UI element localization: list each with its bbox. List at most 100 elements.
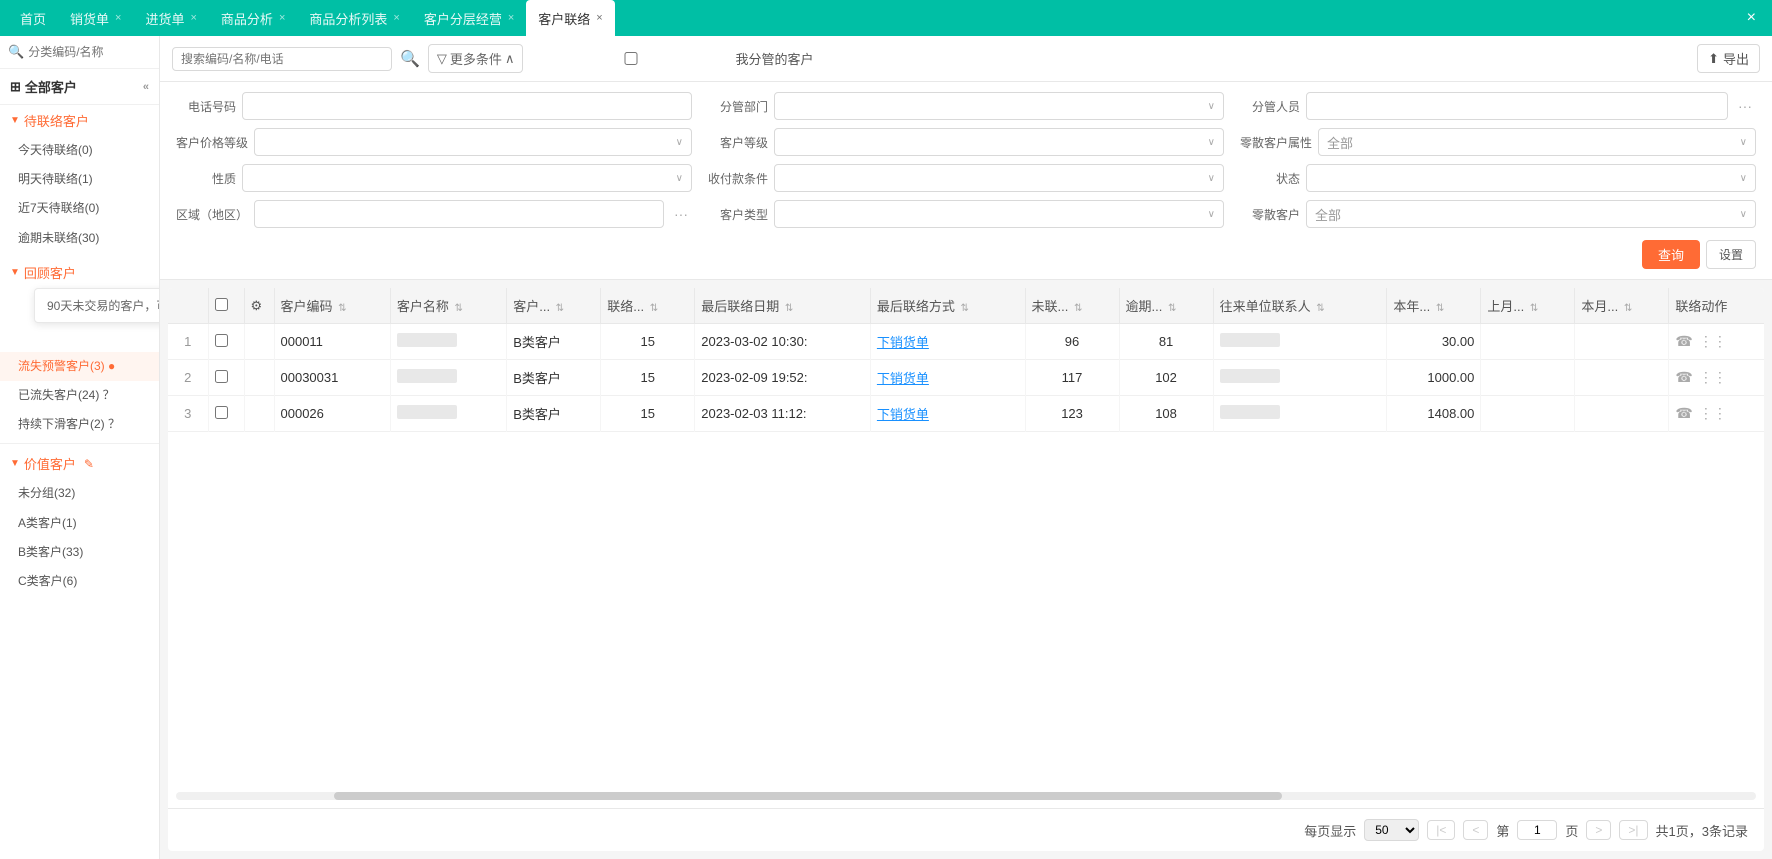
search-button[interactable]: 🔍 <box>400 49 420 69</box>
tab-home[interactable]: 首页 <box>8 0 58 36</box>
section-pending-label: 待联络客户 <box>24 111 89 130</box>
filter-scattered: 零散客户 全部 ∨ <box>1240 200 1756 228</box>
tab-analysis-close[interactable]: × <box>279 12 285 24</box>
filter-person-more-btn[interactable]: ··· <box>1734 98 1756 114</box>
sidebar-search-input[interactable] <box>28 45 160 59</box>
tab-analysis-list-close[interactable]: × <box>393 12 399 24</box>
filter-customer-level-select[interactable]: ∨ <box>774 128 1224 156</box>
cell-checkbox[interactable] <box>208 396 244 432</box>
settings-button[interactable]: 设置 <box>1706 240 1756 269</box>
col-last-contact-method[interactable]: 最后联络方式 ⇅ <box>870 288 1025 324</box>
filter-region-more-btn[interactable]: ··· <box>670 206 692 222</box>
action-more-icon[interactable]: ⋮⋮ <box>1699 405 1727 422</box>
col-this-month[interactable]: 本月... ⇅ <box>1575 288 1669 324</box>
page-input[interactable] <box>1517 820 1557 840</box>
col-this-year[interactable]: 本年... ⇅ <box>1387 288 1481 324</box>
grid-icon: ⊞ <box>10 79 21 95</box>
tab-analysis-list[interactable]: 商品分析列表 × <box>297 0 411 36</box>
next-page-button[interactable]: > <box>1586 820 1611 840</box>
close-all-button[interactable]: × <box>1739 9 1764 27</box>
filter-person-input[interactable] <box>1306 92 1728 120</box>
col-contact[interactable]: 联络... ⇅ <box>601 288 695 324</box>
col-settings[interactable]: ⚙ <box>244 288 274 324</box>
sidebar-item-tomorrow[interactable]: 明天待联络(1) <box>0 165 159 194</box>
col-customer-type[interactable]: 客户... ⇅ <box>507 288 601 324</box>
cell-customer-type: B类客户 <box>507 324 601 360</box>
filter-payment-select[interactable]: ∨ <box>774 164 1224 192</box>
filter-status-select[interactable]: ∨ <box>1306 164 1756 192</box>
tab-purchase[interactable]: 进货单 × <box>133 0 208 36</box>
col-checkbox[interactable] <box>208 288 244 324</box>
row-checkbox[interactable] <box>215 406 228 419</box>
action-contact-icon[interactable]: ☎ <box>1675 369 1692 386</box>
sidebar-all-customers[interactable]: ⊞ 全部客户 « <box>0 69 159 105</box>
tab-customer-link-close[interactable]: × <box>596 12 602 24</box>
table-row: 3 000026 B类客户 15 2023-02-03 11:12: 下销货单 … <box>168 396 1764 432</box>
cell-checkbox[interactable] <box>208 324 244 360</box>
filter-region-input[interactable] <box>254 200 664 228</box>
cell-last-contact-method[interactable]: 下销货单 <box>870 360 1025 396</box>
col-last-month[interactable]: 上月... ⇅ <box>1481 288 1575 324</box>
cell-last-contact-method[interactable]: 下销货单 <box>870 396 1025 432</box>
filter-dept-select[interactable]: ∨ <box>774 92 1224 120</box>
tab-customer-link[interactable]: 客户联络 × <box>526 0 614 36</box>
col-last-contact-date[interactable]: 最后联络日期 ⇅ <box>695 288 871 324</box>
action-contact-icon[interactable]: ☎ <box>1675 333 1692 350</box>
sidebar-item-declining[interactable]: 持续下滑客户(2) ？ <box>0 410 159 439</box>
col-unit-contact[interactable]: 往来单位联系人 ⇅ <box>1213 288 1387 324</box>
row-checkbox[interactable] <box>215 334 228 347</box>
filter-scattered-select[interactable]: 全部 ∨ <box>1306 200 1756 228</box>
query-button[interactable]: 查询 <box>1642 240 1700 269</box>
sidebar-item-ungrouped[interactable]: 未分组(32) <box>0 479 159 508</box>
sidebar-item-class-a[interactable]: A类客户(1) <box>0 509 159 538</box>
section-review[interactable]: ▼ 回顾客户 <box>0 257 159 288</box>
filter-scattered-attr-select[interactable]: 全部 ∨ <box>1318 128 1756 156</box>
sidebar-item-class-c[interactable]: C类客户(6) <box>0 567 159 596</box>
chevron-down-icon: ∨ <box>1740 209 1747 220</box>
col-not-contacted[interactable]: 未联... ⇅ <box>1025 288 1119 324</box>
more-conditions-button[interactable]: ▽ 更多条件 ∧ <box>428 44 524 73</box>
filter-price-level-select[interactable]: ∨ <box>254 128 692 156</box>
cell-last-contact-method[interactable]: 下销货单 <box>870 324 1025 360</box>
section-value[interactable]: ▼ 价值客户 ✎ <box>0 448 159 479</box>
tab-sales[interactable]: 销货单 × <box>58 0 133 36</box>
my-customers-checkbox[interactable] <box>531 52 731 65</box>
horizontal-scrollbar[interactable] <box>176 792 1756 800</box>
filter-nature-select[interactable]: ∨ <box>242 164 692 192</box>
sidebar-item-already-churned[interactable]: 已流失客户(24) ？ <box>0 381 159 410</box>
chevron-down-icon: ∨ <box>676 137 683 148</box>
tab-purchase-close[interactable]: × <box>190 12 196 24</box>
row-checkbox[interactable] <box>215 370 228 383</box>
cell-contact: 15 <box>601 360 695 396</box>
last-page-button[interactable]: >| <box>1619 820 1647 840</box>
section-pending-contact[interactable]: ▼ 待联络客户 <box>0 105 159 136</box>
search-input[interactable] <box>172 47 392 71</box>
section-value-edit-icon[interactable]: ✎ <box>84 457 94 471</box>
first-page-button[interactable]: |< <box>1427 820 1455 840</box>
tab-sales-close[interactable]: × <box>115 12 121 24</box>
filter-customer-type-select[interactable]: ∨ <box>774 200 1224 228</box>
action-more-icon[interactable]: ⋮⋮ <box>1699 369 1727 386</box>
action-contact-icon[interactable]: ☎ <box>1675 405 1692 422</box>
col-customer-code[interactable]: 客户编码 ⇅ <box>274 288 390 324</box>
col-overdue[interactable]: 逾期... ⇅ <box>1119 288 1213 324</box>
action-more-icon[interactable]: ⋮⋮ <box>1699 333 1727 350</box>
tab-customer-tier-close[interactable]: × <box>508 12 514 24</box>
cell-checkbox[interactable] <box>208 360 244 396</box>
prev-page-button[interactable]: < <box>1463 820 1488 840</box>
filter-phone-input[interactable] <box>242 92 692 120</box>
sidebar-item-7days[interactable]: 近7天待联络(0) <box>0 194 159 223</box>
sidebar-item-overdue[interactable]: 逾期未联络(30) <box>0 224 159 253</box>
cell-unit-contact <box>1213 396 1387 432</box>
tab-customer-tier[interactable]: 客户分层经营 × <box>412 0 526 36</box>
col-customer-name[interactable]: 客户名称 ⇅ <box>390 288 506 324</box>
filter-nature: 性质 ∨ <box>176 164 692 192</box>
sidebar-item-today[interactable]: 今天待联络(0) <box>0 136 159 165</box>
tab-analysis[interactable]: 商品分析 × <box>209 0 297 36</box>
export-button[interactable]: ⬆ 导出 <box>1697 44 1760 73</box>
page-size-select[interactable]: 50 100 200 <box>1364 819 1419 841</box>
sidebar-item-class-b[interactable]: B类客户(33) <box>0 538 159 567</box>
sidebar-item-churn-warning[interactable]: 流失预警客户(3) ● <box>0 352 159 381</box>
select-all-checkbox[interactable] <box>215 298 228 311</box>
sidebar-collapse-icon[interactable]: « <box>143 81 149 93</box>
